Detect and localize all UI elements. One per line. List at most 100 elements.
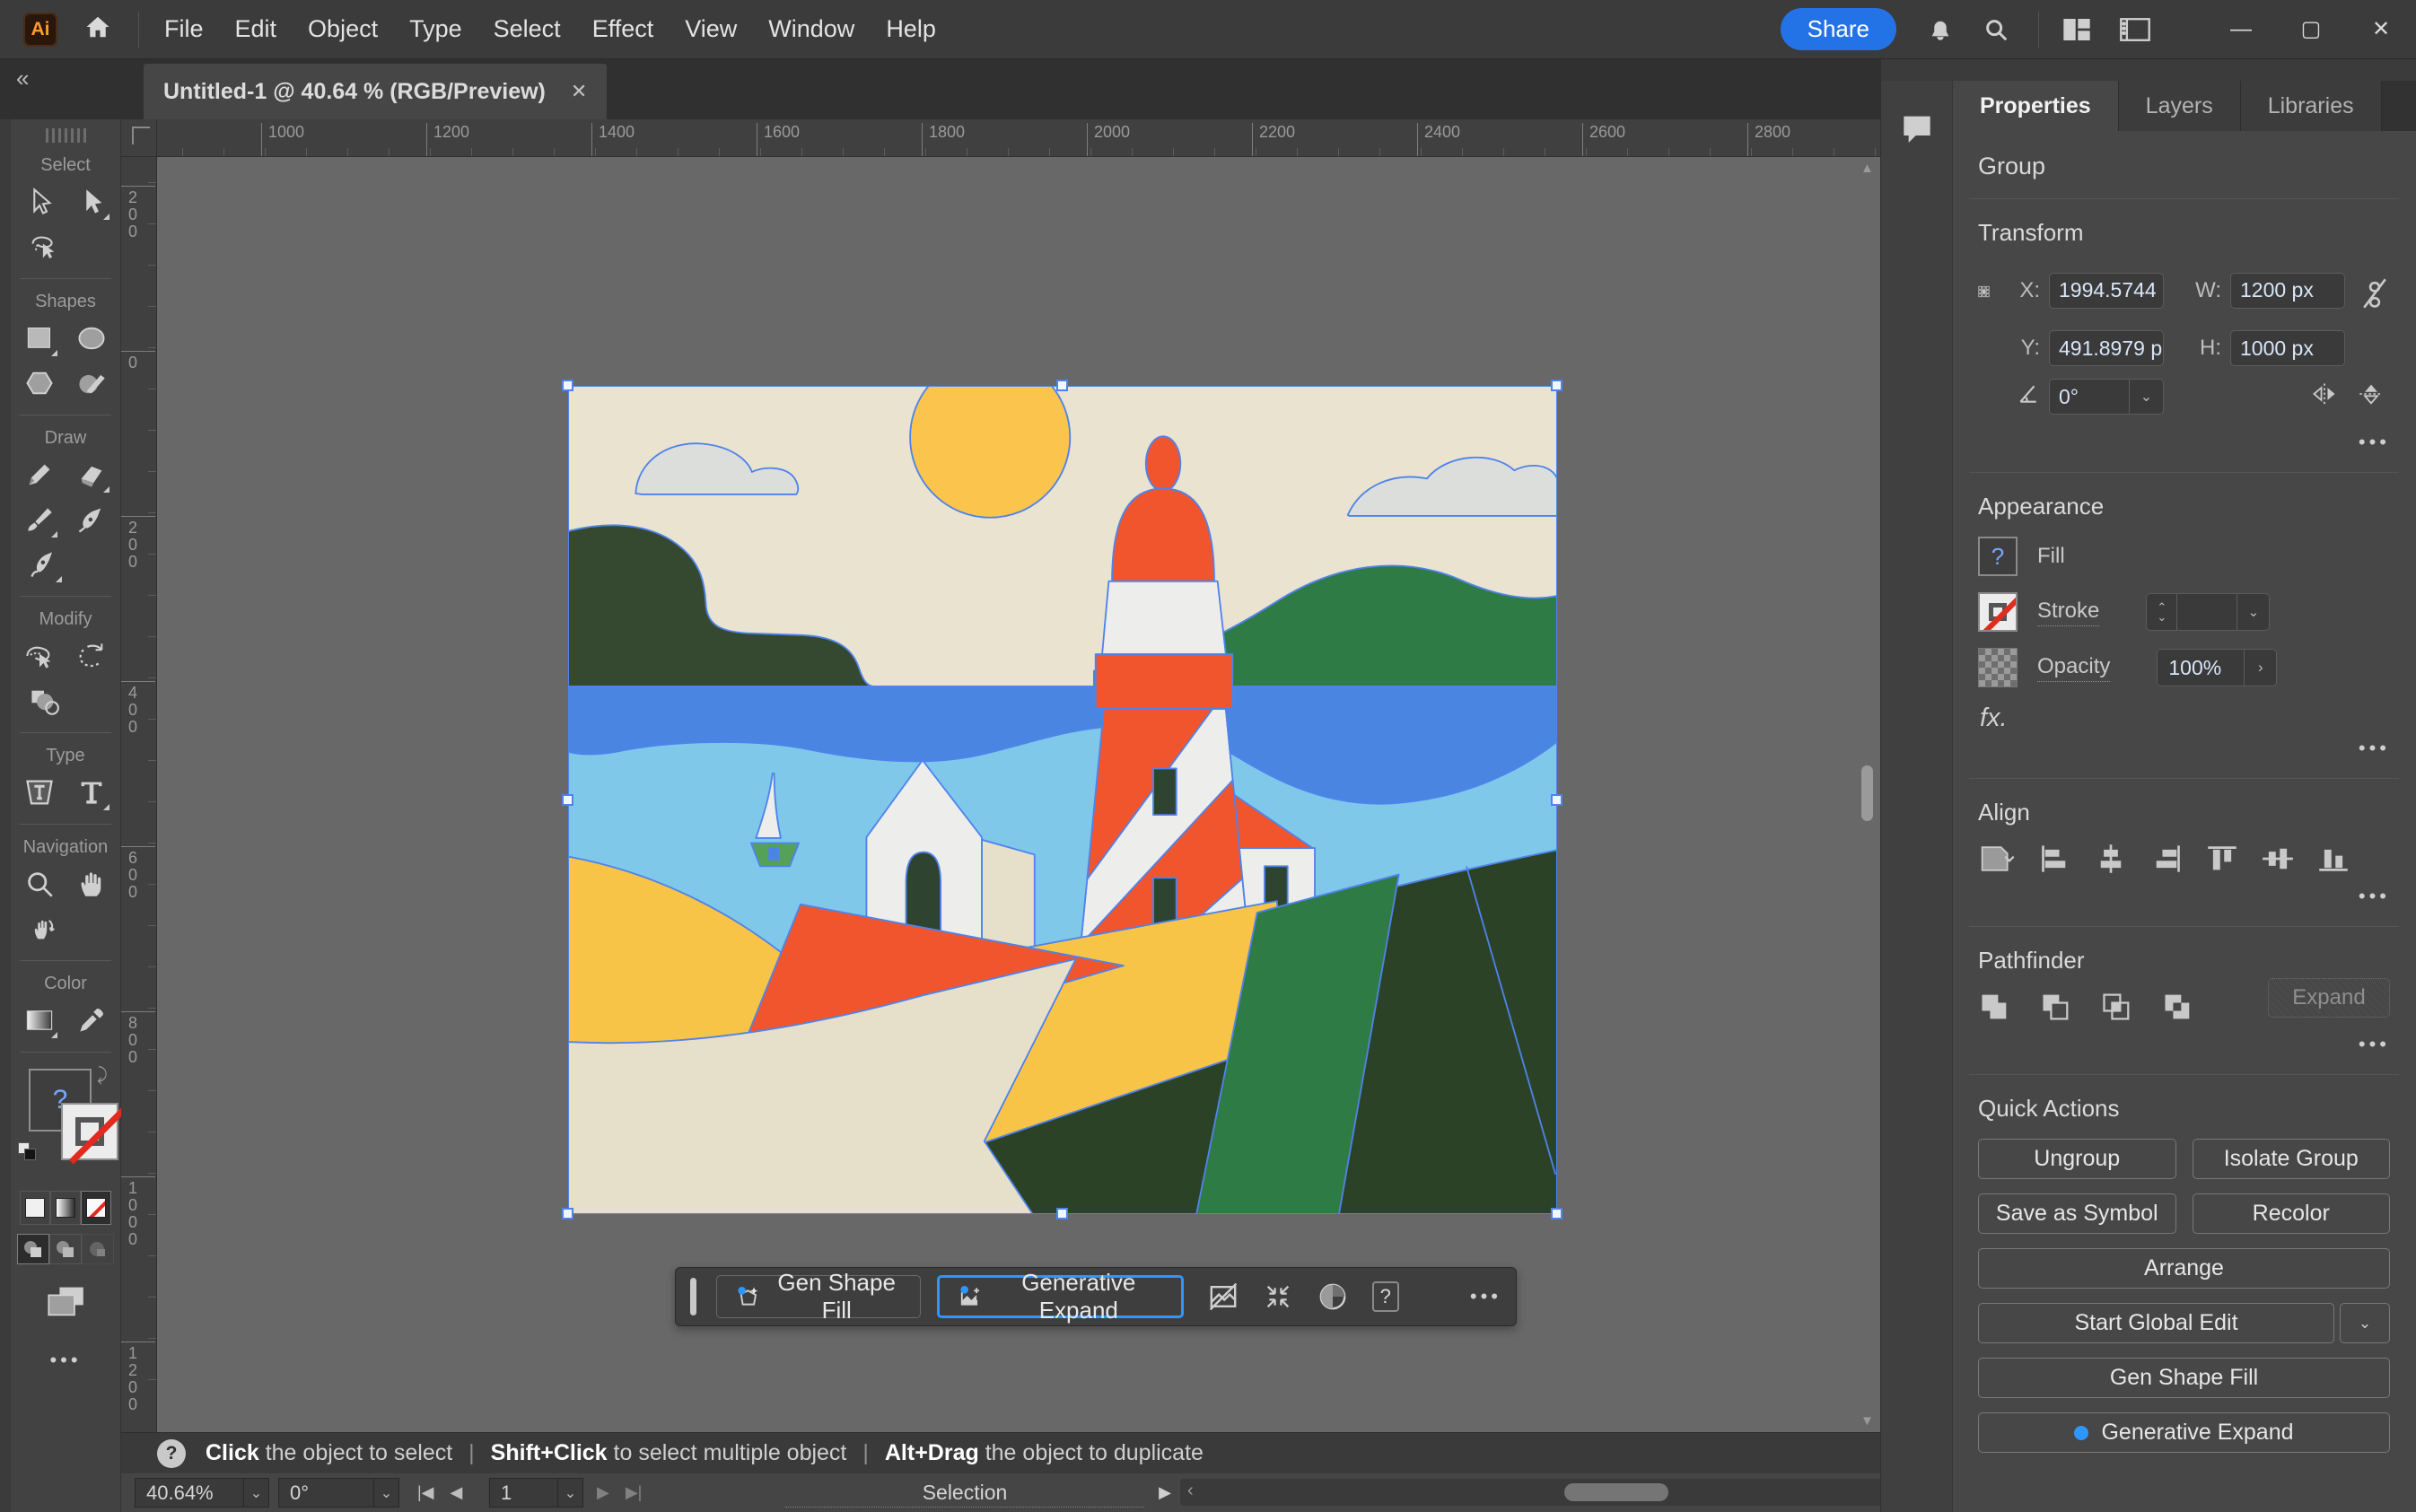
selection-handle[interactable]: [562, 794, 573, 806]
rectangle-tool-icon[interactable]: [19, 318, 60, 359]
align-more-options-icon[interactable]: [1978, 885, 2390, 908]
pencil-tool-icon[interactable]: [19, 454, 60, 495]
reference-point-selector[interactable]: [1978, 268, 1990, 315]
color-button[interactable]: [20, 1191, 50, 1225]
first-artboard-icon[interactable]: |◀: [417, 1483, 434, 1502]
zoom-tool-icon[interactable]: [19, 863, 60, 905]
type-tool-icon[interactable]: [71, 772, 112, 813]
align-bottom-icon[interactable]: [2317, 843, 2350, 880]
artwork-canvas[interactable]: [568, 386, 1557, 1214]
pathfinder-exclude-icon[interactable]: [2161, 991, 2195, 1029]
stroke-color-swatch[interactable]: [61, 1103, 118, 1160]
search-icon[interactable]: [1983, 16, 2009, 43]
fx-effects-icon[interactable]: fx.: [1980, 704, 2390, 733]
taskbar-menu-icon[interactable]: [1422, 1285, 1447, 1309]
artboard-number-dropdown[interactable]: 1 ⌄: [489, 1478, 583, 1508]
ellipse-tool-icon[interactable]: [71, 318, 112, 359]
zoom-level-dropdown[interactable]: 40.64% ⌄: [135, 1478, 269, 1508]
comments-icon[interactable]: [1899, 111, 1935, 145]
generative-expand-button[interactable]: Generative Expand: [937, 1275, 1184, 1318]
menu-object[interactable]: Object: [308, 15, 378, 43]
chevron-down-icon[interactable]: ⌄: [2237, 594, 2269, 630]
rotate-tool-icon[interactable]: [71, 635, 112, 677]
align-to-selection-dropdown[interactable]: [1978, 843, 2016, 881]
save-as-symbol-button[interactable]: Save as Symbol: [1978, 1193, 2176, 1234]
chevron-down-icon[interactable]: ⌄: [2129, 380, 2163, 414]
draw-inside-icon[interactable]: [82, 1234, 114, 1264]
default-fill-stroke-icon[interactable]: [18, 1142, 38, 1162]
horizontal-scrollbar[interactable]: ‹: [1180, 1479, 1968, 1506]
curvature-pen-tool-icon[interactable]: [23, 544, 65, 585]
width-input[interactable]: 1200 px: [2230, 273, 2345, 309]
status-field[interactable]: Selection ▶: [785, 1478, 1144, 1508]
selection-tool-icon[interactable]: [19, 181, 60, 223]
none-button[interactable]: [81, 1191, 111, 1225]
pathfinder-unite-icon[interactable]: [1978, 991, 2012, 1029]
panel-switcher-icon[interactable]: [2120, 17, 2150, 42]
rotation-angle-dropdown[interactable]: 0° ⌄: [2049, 379, 2164, 415]
flip-horizontal-icon[interactable]: [2311, 381, 2338, 413]
shaper-tool-icon[interactable]: [71, 363, 112, 404]
menu-window[interactable]: Window: [768, 15, 854, 43]
taskbar-help-icon[interactable]: ?: [1372, 1281, 1399, 1312]
draw-normal-icon[interactable]: [17, 1234, 49, 1264]
eyedropper-tool-icon[interactable]: [71, 1000, 112, 1041]
lasso-selection-tool-icon[interactable]: [23, 226, 65, 267]
selection-handle[interactable]: [1551, 1208, 1563, 1219]
document-tab[interactable]: Untitled-1 @ 40.64 % (RGB/Preview) ✕: [144, 64, 607, 119]
home-icon[interactable]: [84, 13, 111, 45]
stroke-weight-stepper[interactable]: ⌃⌄ ⌄: [2146, 593, 2270, 631]
last-artboard-icon[interactable]: ▶|: [626, 1483, 643, 1502]
align-right-icon[interactable]: [2150, 843, 2183, 880]
align-top-icon[interactable]: [2206, 843, 2238, 880]
help-badge-icon[interactable]: ?: [157, 1439, 186, 1468]
polygon-tool-icon[interactable]: [19, 363, 60, 404]
chevron-down-icon[interactable]: ⌄: [373, 1479, 398, 1507]
isolate-group-button[interactable]: Isolate Group: [2193, 1139, 2391, 1179]
appearance-more-options-icon[interactable]: [1978, 737, 2390, 760]
direct-selection-tool-icon[interactable]: [71, 181, 112, 223]
arrange-button[interactable]: Arrange: [1978, 1248, 2390, 1289]
ungroup-button[interactable]: Ungroup: [1978, 1139, 2176, 1179]
illustrator-logo-icon[interactable]: Ai: [23, 13, 57, 47]
ruler-horizontal[interactable]: 1000120014001600180020002200240026002800: [157, 119, 1880, 157]
collapse-toolbar-icon[interactable]: «: [16, 65, 29, 92]
gradient-tool-icon[interactable]: [19, 1000, 60, 1041]
chevron-down-icon[interactable]: ⌄: [557, 1479, 582, 1507]
paintbrush-tool-icon[interactable]: [19, 499, 60, 540]
selection-handle[interactable]: [562, 1208, 573, 1219]
draw-behind-icon[interactable]: [49, 1234, 82, 1264]
toolbar-grip-handle[interactable]: [11, 119, 120, 143]
next-artboard-icon[interactable]: ▶: [597, 1483, 609, 1502]
vertical-scrollbar[interactable]: ▲ ▼: [1859, 157, 1877, 1432]
horizontal-scrollbar-thumb[interactable]: [1564, 1483, 1668, 1501]
chevron-down-icon[interactable]: ⌄: [243, 1479, 268, 1507]
chevron-right-icon[interactable]: ›: [2244, 650, 2276, 686]
align-horizontal-center-icon[interactable]: [2095, 843, 2127, 880]
fountain-pen-tool-icon[interactable]: [71, 499, 112, 540]
pathfinder-minus-front-icon[interactable]: [2039, 991, 2073, 1029]
generative-expand-quick-button[interactable]: Generative Expand: [1978, 1412, 2390, 1453]
document-tab-close-icon[interactable]: ✕: [571, 80, 587, 103]
swap-fill-stroke-icon[interactable]: ⤸: [97, 1065, 108, 1086]
tab-libraries[interactable]: Libraries: [2241, 81, 2382, 131]
pathfinder-expand-button[interactable]: Expand: [2268, 978, 2390, 1018]
notifications-bell-icon[interactable]: [1927, 16, 1954, 43]
window-minimize-button[interactable]: —: [2206, 4, 2276, 56]
window-maximize-button[interactable]: ▢: [2276, 4, 2346, 56]
beta-globe-icon[interactable]: [1317, 1280, 1349, 1313]
tab-layers[interactable]: Layers: [2119, 81, 2241, 131]
opacity-swatch-icon[interactable]: [1978, 648, 2018, 687]
menu-effect[interactable]: Effect: [592, 15, 654, 43]
align-vertical-center-icon[interactable]: [2262, 843, 2294, 880]
rotation-dropdown[interactable]: 0° ⌄: [278, 1478, 399, 1508]
flip-vertical-icon[interactable]: [2358, 381, 2385, 413]
artboard-tool-icon[interactable]: [11, 1284, 120, 1318]
pathfinder-more-options-icon[interactable]: [1978, 1033, 2390, 1056]
menu-type[interactable]: Type: [409, 15, 462, 43]
selection-handle[interactable]: [1056, 1208, 1068, 1219]
x-input[interactable]: 1994.5744: [2049, 273, 2164, 309]
touch-type-tool-icon[interactable]: [19, 772, 60, 813]
selection-handle[interactable]: [1551, 794, 1563, 806]
smooth-tool-icon[interactable]: [19, 635, 60, 677]
